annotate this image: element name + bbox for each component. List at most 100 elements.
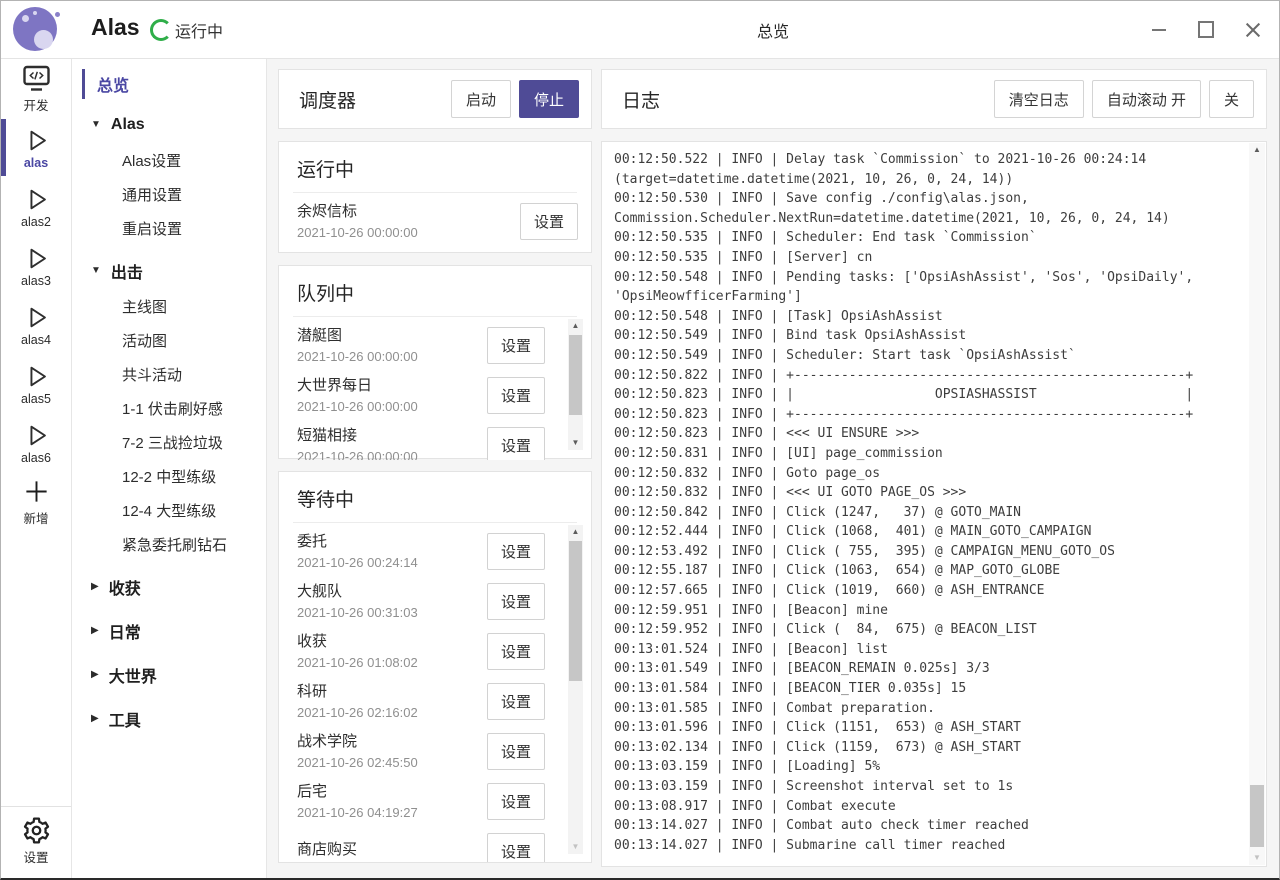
scroll-up-icon[interactable]: ▲: [568, 319, 583, 333]
waiting-panel: 等待中 委托2021-10-26 00:24:14设置大舰队2021-10-26…: [278, 471, 592, 863]
status-label: 运行中: [175, 18, 223, 42]
task-name: 收获: [297, 632, 418, 652]
rail-item-alas4[interactable]: alas4: [1, 295, 71, 354]
minimize-button[interactable]: [1151, 22, 1167, 38]
pending-task-row: 大世界每日2021-10-26 00:00:00设置: [297, 370, 558, 420]
sidebar-item-alas-group-1[interactable]: 通用设置: [72, 177, 266, 211]
stop-button[interactable]: 停止: [519, 80, 579, 118]
top-bar: Alas 运行中 总览: [1, 1, 1279, 59]
task-setting-button[interactable]: 设置: [487, 377, 545, 414]
running-title: 运行中: [279, 142, 591, 192]
close-button[interactable]: [1245, 22, 1261, 38]
rail-item-alas6[interactable]: alas6: [1, 413, 71, 472]
sidebar-group-tool[interactable]: ▶工具: [72, 701, 266, 737]
window-controls: [1151, 1, 1261, 58]
task-setting-button[interactable]: 设置: [487, 583, 545, 620]
rail-item-label: 设置: [23, 847, 48, 866]
task-setting-button[interactable]: 设置: [487, 327, 545, 364]
maximize-button[interactable]: [1198, 22, 1214, 38]
task-setting-button[interactable]: 设置: [487, 683, 545, 720]
logo-dot: [22, 15, 29, 22]
task-time: 2021-10-26 01:08:02: [297, 654, 418, 671]
sidebar-item-sortie-5[interactable]: 12-2 中型练级: [72, 459, 266, 493]
sidebar-group-alas-group[interactable]: ▼Alas: [72, 107, 266, 143]
sidebar-group-label: 工具: [109, 707, 141, 731]
log-scrollbar[interactable]: ▲ ▼: [1249, 143, 1265, 865]
rail-item-dev[interactable]: 开发: [1, 59, 71, 118]
waiting-task-row: 商店购买 设置: [297, 826, 558, 862]
log-panel[interactable]: 00:12:50.522 | INFO | Delay task `Commis…: [601, 141, 1267, 867]
scroll-down-icon[interactable]: ▼: [568, 436, 583, 450]
sidebar-group-opsi[interactable]: ▶大世界: [72, 657, 266, 693]
clear-log-button[interactable]: 清空日志: [994, 80, 1084, 118]
sidebar-group-label: 出击: [111, 259, 143, 283]
start-button[interactable]: 启动: [451, 80, 511, 118]
rail-item-alas3[interactable]: alas3: [1, 236, 71, 295]
autoscroll-off-button[interactable]: 关: [1209, 80, 1254, 118]
task-setting-button[interactable]: 设置: [487, 533, 545, 570]
running-panel: 运行中 余烬信标2021-10-26 00:00:00设置: [278, 141, 592, 253]
chevron-right-icon: ▶: [91, 581, 99, 592]
task-setting-button[interactable]: 设置: [487, 733, 545, 770]
task-setting-button[interactable]: 设置: [487, 783, 545, 820]
waiting-task-list: 委托2021-10-26 00:24:14设置大舰队2021-10-26 00:…: [297, 526, 558, 862]
rail-item-label: alas4: [21, 333, 51, 347]
waiting-task-row: 收获 2021-10-26 01:08:02 设置: [297, 626, 558, 676]
sidebar-item-sortie-3[interactable]: 1-1 伏击刷好感: [72, 391, 266, 425]
pending-scrollbar[interactable]: ▲ ▼: [568, 319, 583, 450]
sidebar-item-sortie-1[interactable]: 活动图: [72, 323, 266, 357]
task-info: 战术学院2021-10-26 02:45:50: [297, 732, 418, 771]
scrollbar-thumb[interactable]: [569, 335, 582, 415]
rail-items: 开发alasalas2alas3 alas4 alas5 alas6 新增: [1, 59, 71, 531]
sidebar-group-sortie[interactable]: ▼出击: [72, 253, 266, 289]
scroll-up-icon[interactable]: ▲: [568, 525, 583, 539]
task-time: 2021-10-26 00:00:00: [297, 398, 418, 415]
task-time: 2021-10-26 02:16:02: [297, 704, 418, 721]
sidebar-group-reward[interactable]: ▶收获: [72, 569, 266, 605]
task-time: 2021-10-26 00:00:00: [297, 448, 418, 461]
sidebar-item-alas-group-2[interactable]: 重启设置: [72, 211, 266, 245]
sidebar-group-daily[interactable]: ▶日常: [72, 613, 266, 649]
task-info: 收获 2021-10-26 01:08:02: [297, 632, 418, 671]
scrollbar-thumb[interactable]: [569, 541, 582, 681]
scroll-down-icon[interactable]: ▼: [568, 840, 583, 854]
main-content: 调度器 启动 停止 运行中 余烬信标2021-10-26 00:00:00设置 …: [267, 59, 1279, 878]
sidebar-item-sortie-6[interactable]: 12-4 大型练级: [72, 493, 266, 527]
task-setting-button[interactable]: 设置: [520, 203, 578, 240]
task-setting-button[interactable]: 设置: [487, 427, 545, 461]
task-info: 大舰队2021-10-26 00:31:03: [297, 582, 418, 621]
sidebar-item-sortie-7[interactable]: 紧急委托刷钻石: [72, 527, 266, 561]
rail-item-add[interactable]: 新增: [1, 472, 71, 531]
maximize-icon: [1198, 21, 1214, 38]
sidebar-group-label: 日常: [109, 619, 141, 643]
task-setting-button[interactable]: 设置: [487, 833, 545, 863]
app-title: Alas: [91, 14, 140, 41]
rail-item-alas5[interactable]: alas5: [1, 354, 71, 413]
minimize-icon: [1152, 29, 1166, 31]
task-setting-button[interactable]: 设置: [487, 633, 545, 670]
log-header-panel: 日志 清空日志 自动滚动 开 关: [601, 69, 1267, 129]
scrollbar-thumb[interactable]: [1250, 785, 1264, 847]
task-name: 委托: [297, 532, 418, 552]
task-info: 商店购买: [297, 840, 357, 862]
rail-item-label: 新增: [23, 508, 48, 527]
sidebar-item-sortie-4[interactable]: 7-2 三战捡垃圾: [72, 425, 266, 459]
sidebar-item-sortie-0[interactable]: 主线图: [72, 289, 266, 323]
logo-blob: [34, 30, 53, 49]
rail-item-label: alas5: [21, 392, 51, 406]
waiting-scrollbar[interactable]: ▲ ▼: [568, 525, 583, 854]
running-task-list: 余烬信标2021-10-26 00:00:00设置: [297, 196, 591, 246]
scroll-down-icon[interactable]: ▼: [1249, 851, 1265, 865]
task-time: 2021-10-26 02:45:50: [297, 754, 418, 771]
scroll-up-icon[interactable]: ▲: [1249, 143, 1265, 157]
sidebar-item-sortie-2[interactable]: 共斗活动: [72, 357, 266, 391]
sidebar-item-overview[interactable]: 总览: [82, 69, 266, 99]
pending-task-row: 短猫相接2021-10-26 00:00:00设置: [297, 420, 558, 460]
code-monitor-icon: [21, 64, 52, 94]
autoscroll-on-button[interactable]: 自动滚动 开: [1092, 80, 1201, 118]
rail-item-alas2[interactable]: alas2: [1, 177, 71, 236]
scheduler-column: 调度器 启动 停止 运行中 余烬信标2021-10-26 00:00:00设置 …: [278, 69, 592, 863]
rail-item-settings[interactable]: 设置: [1, 811, 71, 870]
sidebar-item-alas-group-0[interactable]: Alas设置: [72, 143, 266, 177]
rail-item-alas[interactable]: alas: [1, 118, 71, 177]
